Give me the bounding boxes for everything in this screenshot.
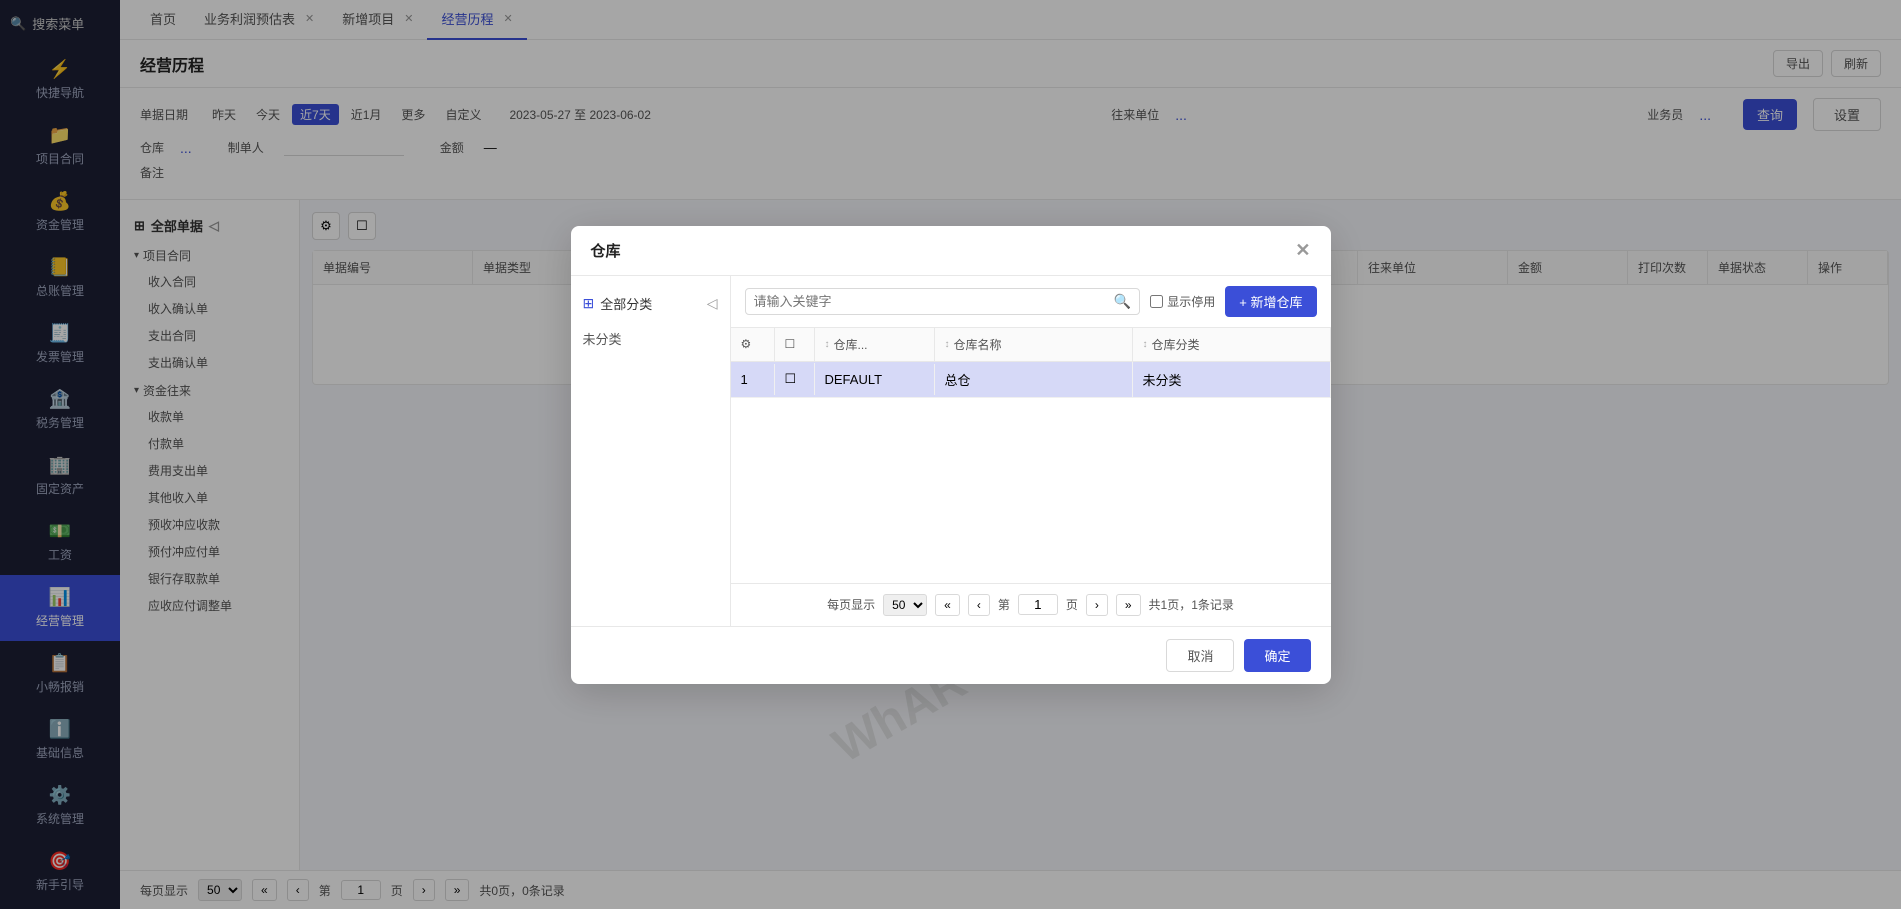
modal-header: 仓库 ✕ <box>571 226 1331 276</box>
modal-table-header: ⚙ ☐ ↕ 仓库... ↕ 仓库名称 ↕ 仓库分类 <box>731 328 1331 362</box>
add-warehouse-button[interactable]: + 新增仓库 <box>1225 286 1316 317</box>
modal-page-suffix: 页 <box>1066 596 1078 613</box>
modal-page-input[interactable] <box>1018 594 1058 615</box>
modal-close-button[interactable]: ✕ <box>1295 240 1310 261</box>
show-disabled-text: 显示停用 <box>1167 293 1215 310</box>
search-box: 🔍 <box>745 288 1141 315</box>
grid-icon: ⊞ <box>583 295 595 312</box>
category-all-label: 全部分类 <box>600 294 652 313</box>
row-no: 1 <box>731 364 775 395</box>
modal-th-settings: ⚙ <box>731 328 775 361</box>
modal-table-row[interactable]: 1 ☐ DEFAULT 总仓 未分类 <box>731 362 1331 398</box>
modal-page-label: 第 <box>998 596 1010 613</box>
modal-th-name: ↕ 仓库名称 <box>935 328 1133 361</box>
row-name: 总仓 <box>935 362 1133 397</box>
show-disabled-label[interactable]: 显示停用 <box>1150 293 1215 310</box>
row-category: 未分类 <box>1133 362 1331 397</box>
modal-th-checkbox: ☐ <box>775 328 815 361</box>
category-all[interactable]: ⊞ 全部分类 ◁ <box>571 286 730 321</box>
search-input[interactable] <box>754 294 1114 309</box>
row-code: DEFAULT <box>815 364 935 395</box>
modal-confirm-button[interactable]: 确定 <box>1244 639 1310 672</box>
modal-last-btn[interactable]: » <box>1116 594 1141 616</box>
warehouse-modal: 仓库 ✕ ⊞ 全部分类 ◁ 未分类 🔍 显示停用 + <box>571 226 1331 684</box>
modal-toolbar: 🔍 显示停用 + 新增仓库 <box>731 276 1331 328</box>
modal-table: ⚙ ☐ ↕ 仓库... ↕ 仓库名称 ↕ 仓库分类 1 ☐ DEFAULT 总仓 <box>731 328 1331 583</box>
modal-first-btn[interactable]: « <box>935 594 960 616</box>
modal-pagination: 每页显示 50 « ‹ 第 页 › » 共1页，1条记录 <box>731 583 1331 626</box>
modal-category-panel: ⊞ 全部分类 ◁ 未分类 <box>571 276 731 626</box>
modal-cancel-button[interactable]: 取消 <box>1166 639 1234 672</box>
modal-th-code: ↕ 仓库... <box>815 328 935 361</box>
modal-per-page-label: 每页显示 <box>827 596 875 613</box>
search-icon: 🔍 <box>1114 293 1131 310</box>
modal-next-btn[interactable]: › <box>1086 594 1108 616</box>
modal-title: 仓库 <box>591 240 621 261</box>
show-disabled-checkbox[interactable] <box>1150 295 1163 308</box>
modal-footer: 取消 确定 <box>571 626 1331 684</box>
modal-th-category: ↕ 仓库分类 <box>1133 328 1331 361</box>
modal-per-page-select[interactable]: 50 <box>883 594 927 616</box>
modal-body: ⊞ 全部分类 ◁ 未分类 🔍 显示停用 + 新增仓库 <box>571 276 1331 626</box>
modal-prev-btn[interactable]: ‹ <box>968 594 990 616</box>
modal-content-area: 🔍 显示停用 + 新增仓库 ⚙ ☐ ↕ 仓库... ↕ 仓库名称 <box>731 276 1331 626</box>
row-checkbox[interactable]: ☐ <box>775 363 815 395</box>
category-item-未分类[interactable]: 未分类 <box>571 321 730 356</box>
collapse-btn[interactable]: ◁ <box>707 295 718 312</box>
modal-total-info: 共1页，1条记录 <box>1149 596 1234 613</box>
